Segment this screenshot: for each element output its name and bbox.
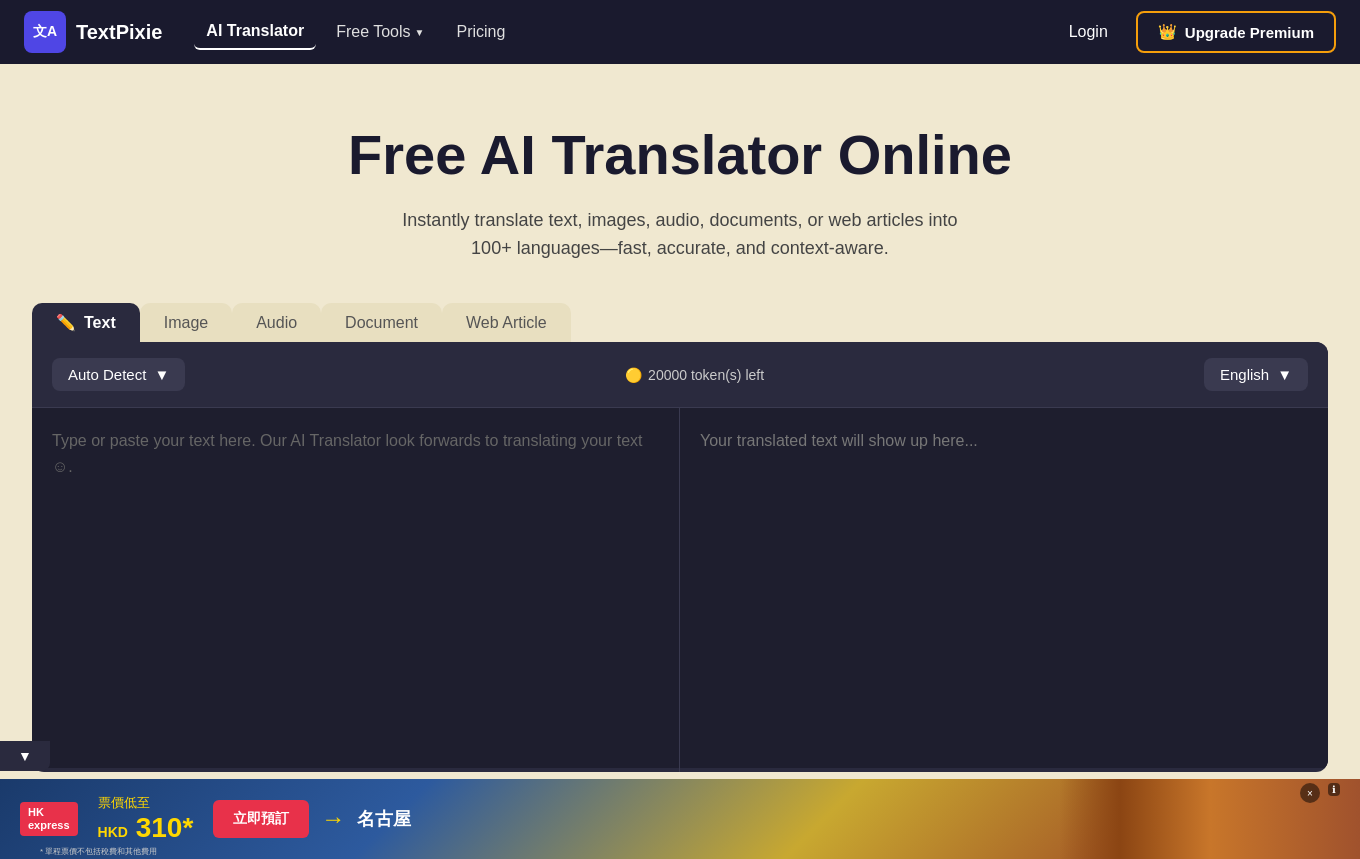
ad-close-button[interactable]: × — [1300, 783, 1320, 803]
hero-section: Free AI Translator Online Instantly tran… — [0, 64, 1360, 303]
ad-price: HKD 310* — [98, 812, 194, 844]
hero-title: Free AI Translator Online — [20, 124, 1340, 186]
translator-controls: Auto Detect ▼ 🟡 20000 token(s) left Engl… — [32, 342, 1328, 408]
ad-content: HK express 票價低至 HKD 310* 立即預訂 → 名古屋 * 單程… — [0, 779, 1360, 859]
source-text-input[interactable] — [32, 408, 679, 768]
expand-button[interactable]: ▼ — [0, 741, 50, 771]
crown-icon: 👑 — [1158, 23, 1177, 41]
ad-destination: 名古屋 — [357, 807, 411, 831]
brand-name: TextPixie — [76, 21, 162, 44]
free-tools-dropdown-icon: ▼ — [415, 27, 425, 38]
token-icon: 🟡 — [625, 367, 642, 383]
logo-icon: 文A — [24, 11, 66, 53]
login-button[interactable]: Login — [1057, 15, 1120, 49]
nav-ai-translator[interactable]: AI Translator — [194, 14, 316, 50]
source-panel — [32, 408, 680, 772]
tab-document[interactable]: Document — [321, 303, 442, 342]
ad-cta-button[interactable]: 立即預訂 — [213, 800, 309, 838]
ad-arrow-icon: → — [321, 805, 345, 833]
hero-subtitle: Instantly translate text, images, audio,… — [20, 206, 1340, 264]
nav-right: Login 👑 Upgrade Premium — [1057, 11, 1336, 53]
ad-logo: HK express — [20, 802, 78, 836]
ad-text-block: 票價低至 HKD 310* — [98, 794, 194, 844]
translator-section: ✏️ Text Image Audio Document Web Article… — [0, 303, 1360, 804]
dropdown-arrow-icon: ▼ — [154, 366, 169, 383]
token-info: 🟡 20000 token(s) left — [625, 367, 764, 383]
nav-free-tools[interactable]: Free Tools ▼ — [324, 15, 436, 49]
nav-links: AI Translator Free Tools ▼ Pricing — [194, 14, 1024, 50]
tab-audio[interactable]: Audio — [232, 303, 321, 342]
ad-disclaimer: * 單程票價不包括稅費和其他費用 — [40, 846, 157, 857]
nav-pricing[interactable]: Pricing — [444, 15, 517, 49]
tab-text[interactable]: ✏️ Text — [32, 303, 140, 342]
tab-web-article[interactable]: Web Article — [442, 303, 571, 342]
ad-banner: HK express 票價低至 HKD 310* 立即預訂 → 名古屋 * 單程… — [0, 779, 1360, 859]
upgrade-button[interactable]: 👑 Upgrade Premium — [1136, 11, 1336, 53]
pencil-icon: ✏️ — [56, 313, 76, 332]
target-text-output: Your translated text will show up here..… — [680, 408, 1328, 768]
ad-price-label: 票價低至 — [98, 794, 194, 812]
dropdown-arrow-icon-right: ▼ — [1277, 366, 1292, 383]
tab-bar: ✏️ Text Image Audio Document Web Article — [32, 303, 1328, 342]
source-language-selector[interactable]: Auto Detect ▼ — [52, 358, 185, 391]
tab-image[interactable]: Image — [140, 303, 232, 342]
target-panel: Your translated text will show up here..… — [680, 408, 1328, 772]
translator-box: Auto Detect ▼ 🟡 20000 token(s) left Engl… — [32, 342, 1328, 772]
target-language-selector[interactable]: English ▼ — [1204, 358, 1308, 391]
translator-panels: Your translated text will show up here..… — [32, 408, 1328, 772]
chevron-down-icon: ▼ — [18, 748, 32, 764]
navbar: 文A TextPixie AI Translator Free Tools ▼ … — [0, 0, 1360, 64]
ad-info-icon[interactable]: ℹ — [1328, 783, 1340, 796]
logo[interactable]: 文A TextPixie — [24, 11, 162, 53]
